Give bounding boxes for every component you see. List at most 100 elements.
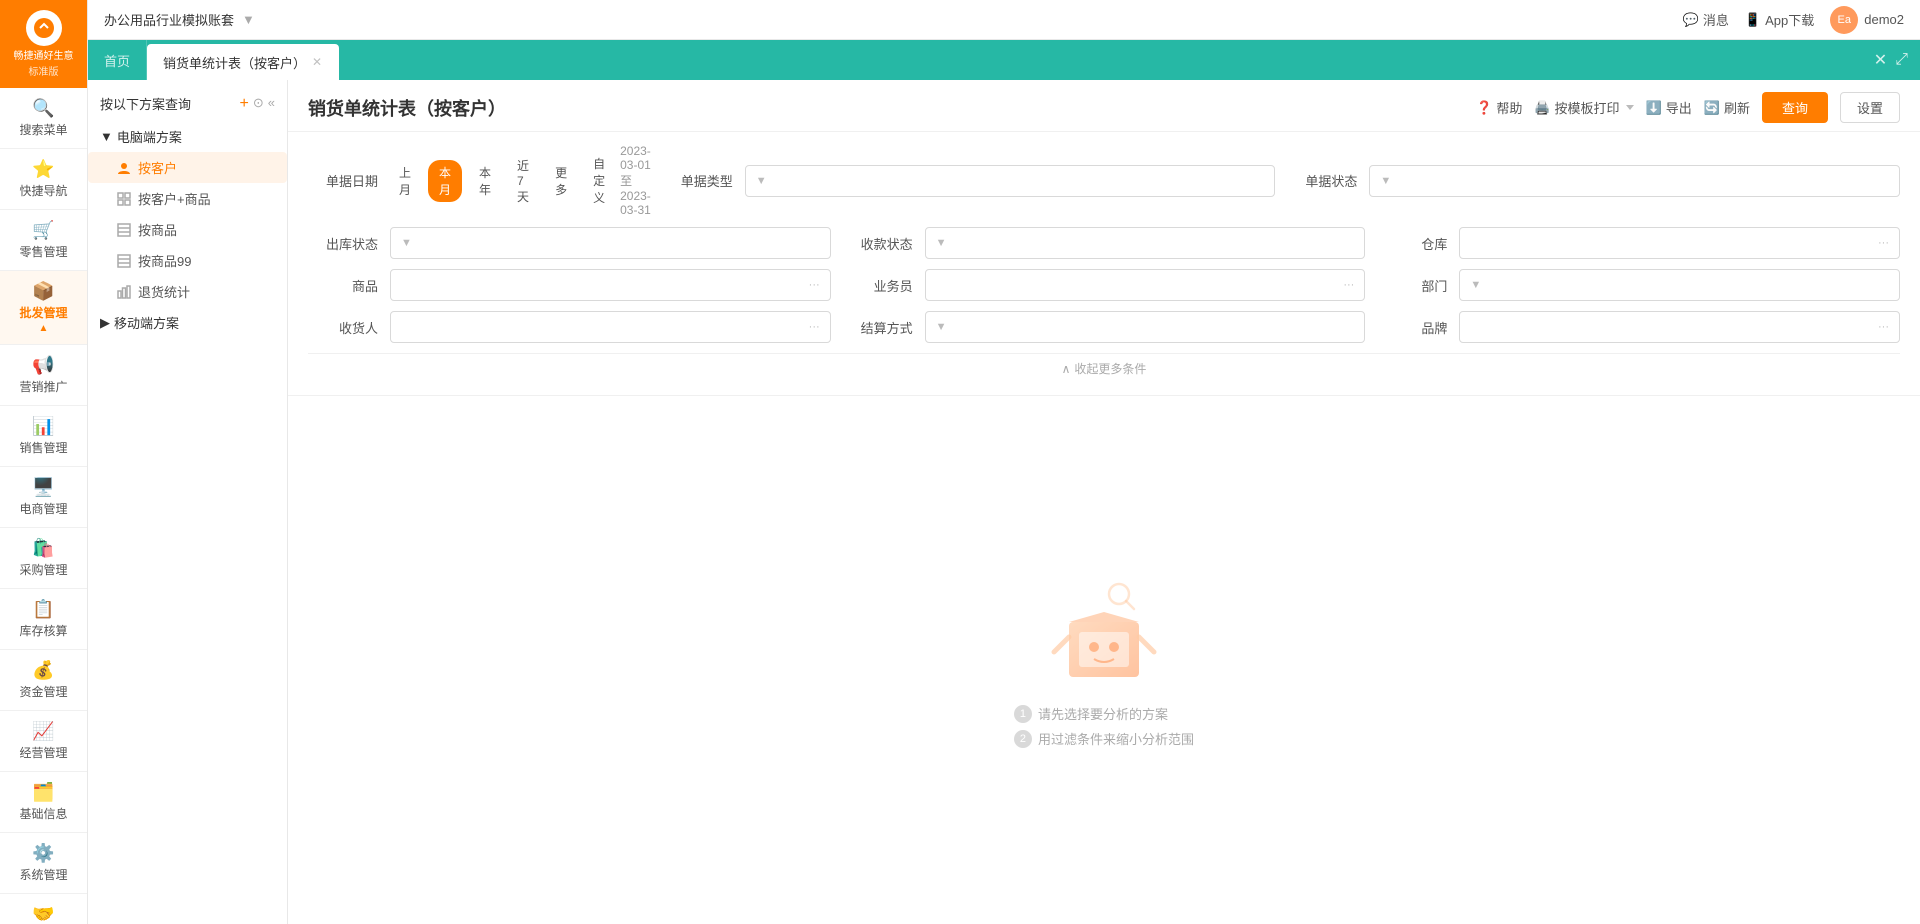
- tab-home[interactable]: 首页: [88, 40, 147, 80]
- product-select[interactable]: ···: [390, 269, 831, 301]
- message-btn[interactable]: 💬 消息: [1683, 10, 1729, 29]
- date-filter: 上月 本月 本年 近7天 更多 自定义: [390, 151, 614, 210]
- date-btn-this-year[interactable]: 本年: [470, 160, 500, 202]
- star-icon: ⭐: [32, 159, 54, 180]
- salesperson-select[interactable]: ···: [925, 269, 1366, 301]
- tab-close-icon[interactable]: ✕: [312, 55, 322, 69]
- sidebar-item-quick-nav[interactable]: ⭐ 快捷导航: [0, 149, 87, 210]
- sidebar-item-enterprise[interactable]: 🤝 企业协同: [0, 894, 87, 924]
- tab-sales-stats[interactable]: 销货单统计表（按客户） ✕: [147, 44, 339, 80]
- collapse-scheme-btn[interactable]: «: [268, 95, 275, 113]
- sidebar-item-system[interactable]: ⚙️ 系统管理: [0, 833, 87, 894]
- group-label: 电脑端方案: [117, 127, 182, 146]
- sidebar-item-marketing[interactable]: 📢 营销推广: [0, 345, 87, 406]
- scheme-item-label: 退货统计: [138, 282, 190, 301]
- help-label: 帮助: [1496, 98, 1522, 117]
- chart-icon: [116, 284, 132, 300]
- sidebar-item-label: 基础信息: [19, 805, 67, 822]
- refresh-btn[interactable]: 🔄 刷新: [1704, 98, 1750, 117]
- hint-text-2: 用过滤条件来缩小分析范围: [1038, 729, 1194, 748]
- sidebar-item-label: 批发管理: [19, 304, 67, 321]
- table2-icon: [116, 253, 132, 269]
- sidebar-item-wholesale[interactable]: 📦 批发管理 ▲: [0, 271, 87, 345]
- settlement-label: 结算方式: [843, 318, 913, 337]
- date-btn-last-7days[interactable]: 近7天: [508, 153, 538, 209]
- scheme-item-by-product-99[interactable]: 按商品99: [88, 245, 287, 276]
- scheme-item-by-product[interactable]: 按商品: [88, 214, 287, 245]
- print-icon: 🖨️: [1534, 100, 1550, 116]
- dropdown-arrow-icon: ▼: [1380, 175, 1391, 187]
- dept-select[interactable]: ▼: [1459, 269, 1900, 301]
- sidebar-item-label: 快捷导航: [19, 182, 67, 199]
- date-filter-controls: 上月 本月 本年 近7天 更多 自定义 2023-03-01 至 2023-03…: [390, 144, 651, 217]
- add-scheme-btn[interactable]: +: [240, 95, 249, 113]
- dropdown-arrow-icon: ▼: [936, 237, 947, 249]
- operations-icon: 📈: [32, 721, 54, 742]
- top-header: 办公用品行业模拟账套 ▼ 💬 消息 📱 App下载 Ea demo2: [88, 0, 1920, 40]
- sidebar-item-finance[interactable]: 💰 资金管理: [0, 650, 87, 711]
- refresh-label: 刷新: [1724, 98, 1750, 117]
- help-icon: ❓: [1476, 100, 1492, 116]
- tab-bar: 首页 销货单统计表（按客户） ✕ ✕ ⤢: [88, 40, 1920, 80]
- dots-icon: ···: [809, 321, 820, 333]
- settings-button[interactable]: 设置: [1840, 92, 1900, 123]
- sidebar-item-retail[interactable]: 🛒 零售管理: [0, 210, 87, 271]
- warehouse-select[interactable]: ···: [1459, 227, 1900, 259]
- collapse-btn[interactable]: ∧ 收起更多条件: [308, 353, 1900, 383]
- scheme-item-by-customer-product[interactable]: 按客户+商品: [88, 183, 287, 214]
- receiver-select[interactable]: ···: [390, 311, 831, 343]
- user-menu[interactable]: Ea demo2: [1830, 6, 1904, 34]
- date-btn-this-month[interactable]: 本月: [428, 160, 462, 202]
- window-maximize-icon[interactable]: ⤢: [1895, 51, 1908, 69]
- sidebar-item-label: 零售管理: [19, 243, 67, 260]
- dots-icon: ···: [1343, 279, 1354, 291]
- settlement-select[interactable]: ▼: [925, 311, 1366, 343]
- empty-state: 1 请先选择要分析的方案 2 用过滤条件来缩小分析范围: [288, 396, 1920, 924]
- empty-illustration: [1044, 572, 1164, 692]
- dropdown-icon[interactable]: ▼: [242, 12, 255, 27]
- sidebar-item-search[interactable]: 🔍 搜索菜单: [0, 88, 87, 149]
- dropdown-arrow-icon: ▼: [756, 175, 767, 187]
- scheme-item-return-stats[interactable]: 退货统计: [88, 276, 287, 307]
- scheme-item-by-customer[interactable]: 按客户: [88, 152, 287, 183]
- app-download-btn[interactable]: 📱 App下载: [1745, 10, 1814, 29]
- date-btn-last-month[interactable]: 上月: [390, 160, 420, 202]
- settings-scheme-btn[interactable]: ⊙: [253, 95, 264, 113]
- page-title-bar: 销货单统计表（按客户） ❓ 帮助 🖨️ 按模板打印 ⬇️ 导出: [288, 80, 1920, 132]
- scheme-item-label: 按客户: [138, 158, 177, 177]
- sidebar-item-purchase[interactable]: 🛍️ 采购管理: [0, 528, 87, 589]
- date-btn-more[interactable]: 更多: [546, 160, 576, 202]
- brand-select[interactable]: ···: [1459, 311, 1900, 343]
- sidebar-item-label: 营销推广: [19, 378, 67, 395]
- main-content: 销货单统计表（按客户） ❓ 帮助 🖨️ 按模板打印 ⬇️ 导出: [288, 80, 1920, 924]
- pay-status-select[interactable]: ▼: [925, 227, 1366, 259]
- sidebar-item-inventory[interactable]: 📋 库存核算: [0, 589, 87, 650]
- group-label-mobile: 移动端方案: [114, 313, 179, 332]
- dropdown-arrow-icon: ▼: [936, 321, 947, 333]
- doc-status-select[interactable]: ▼: [1369, 165, 1900, 197]
- doc-status-label: 单据状态: [1287, 171, 1357, 190]
- filter-row-status: 出库状态 ▼ 收款状态 ▼ 仓库 ···: [308, 227, 1900, 259]
- query-button[interactable]: 查询: [1762, 92, 1828, 123]
- collapse-icon: ∧: [1062, 362, 1071, 376]
- print-btn[interactable]: 🖨️ 按模板打印: [1534, 98, 1633, 117]
- scheme-group-header-desktop[interactable]: ▼ 电脑端方案: [88, 121, 287, 152]
- ship-status-select[interactable]: ▼: [390, 227, 831, 259]
- sidebar-item-operations[interactable]: 📈 经营管理: [0, 711, 87, 772]
- print-dropdown-icon: [1626, 105, 1634, 110]
- dots-icon: ···: [809, 279, 820, 291]
- window-minimize-icon[interactable]: ✕: [1874, 50, 1887, 70]
- date-btn-custom[interactable]: 自定义: [584, 151, 614, 210]
- help-btn[interactable]: ❓ 帮助: [1476, 98, 1522, 117]
- doc-type-select[interactable]: ▼: [745, 165, 1276, 197]
- sidebar-item-sales[interactable]: 📊 销售管理: [0, 406, 87, 467]
- header-left: 办公用品行业模拟账套 ▼: [104, 10, 255, 29]
- sidebar-item-label: 电商管理: [19, 500, 67, 517]
- scheme-group-header-mobile[interactable]: ▶ 移动端方案: [88, 307, 287, 338]
- sidebar-item-ecommerce[interactable]: 🖥️ 电商管理: [0, 467, 87, 528]
- sidebar-item-basic[interactable]: 🗂️ 基础信息: [0, 772, 87, 833]
- username: demo2: [1864, 12, 1904, 27]
- finance-icon: 💰: [32, 660, 54, 681]
- print-label: 按模板打印: [1555, 98, 1620, 117]
- export-btn[interactable]: ⬇️ 导出: [1646, 98, 1692, 117]
